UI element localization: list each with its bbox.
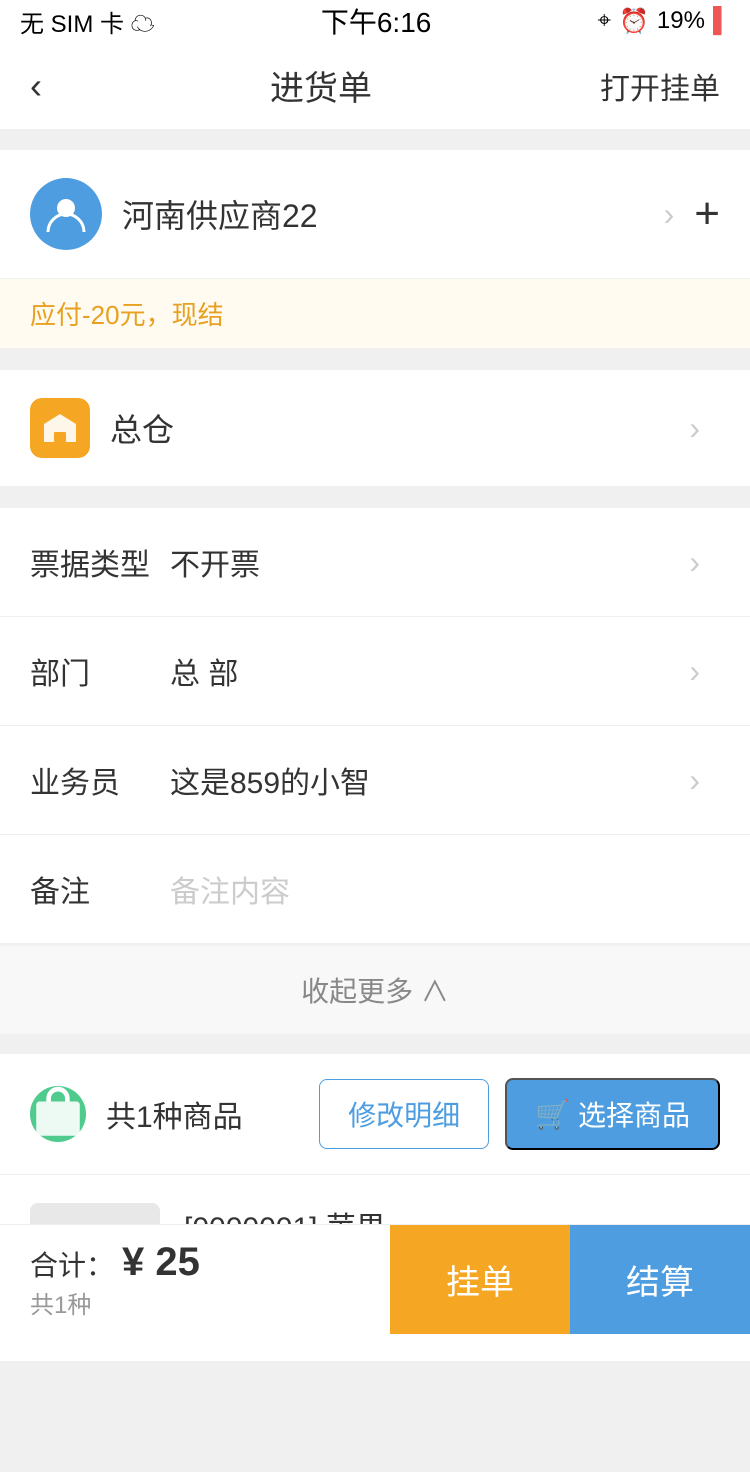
location-icon: ⌖ (598, 7, 612, 35)
products-icon (30, 1086, 86, 1142)
department-value: 总 部 (170, 649, 689, 693)
total-row: 合计： ¥ 25 (30, 1240, 360, 1285)
department-chevron-icon: › (689, 653, 700, 690)
edit-details-button[interactable]: 修改明细 (319, 1079, 489, 1149)
pending-button[interactable]: 挂单 (390, 1225, 570, 1334)
invoice-type-value: 不开票 (170, 540, 689, 584)
form-card: 票据类型 不开票 › 部门 总 部 › 业务员 这是859的小智 › 备注 备注… (0, 508, 750, 944)
top-divider (0, 130, 750, 150)
department-row[interactable]: 部门 总 部 › (0, 617, 750, 726)
alarm-icon: ⏰ (619, 7, 649, 36)
total-amount: ¥ 25 (122, 1240, 200, 1285)
total-label: 合计： (30, 1244, 114, 1284)
supplier-avatar (30, 178, 102, 250)
add-supplier-button[interactable]: + (694, 192, 720, 236)
remark-label: 备注 (30, 867, 170, 911)
status-right: ⌖ ⏰ 19% ▌ (598, 7, 730, 36)
department-label: 部门 (30, 649, 170, 693)
battery-icon: ▌ (713, 7, 730, 35)
back-button[interactable]: ‹ (30, 65, 42, 107)
status-bar: 无 SIM 卡 ☁ 下午6:16 ⌖ ⏰ 19% ▌ (0, 0, 750, 42)
remark-row[interactable]: 备注 备注内容 (0, 835, 750, 944)
supplier-row[interactable]: 河南供应商22 › + (0, 150, 750, 279)
supplier-name: 河南供应商22 (122, 191, 664, 237)
remark-input[interactable]: 备注内容 (170, 867, 720, 911)
salesperson-row[interactable]: 业务员 这是859的小智 › (0, 726, 750, 835)
total-sub: 共1种 (30, 1285, 360, 1320)
supplier-chevron-icon: › (664, 196, 675, 233)
products-header: 共1种商品 修改明细 🛒 选择商品 (0, 1054, 750, 1175)
mid-divider-2 (0, 488, 750, 508)
nav-bar: ‹ 进货单 打开挂单 (0, 42, 750, 130)
salesperson-value: 这是859的小智 (170, 758, 689, 802)
warehouse-icon (30, 398, 90, 458)
warehouse-chevron-icon: › (689, 410, 700, 447)
battery-level: 19% (657, 7, 705, 35)
payment-info-banner: 应付-20元，现结 (0, 279, 750, 348)
mid-divider-1 (0, 350, 750, 370)
warehouse-name: 总仓 (110, 405, 689, 451)
bottom-spacer (0, 1362, 750, 1472)
warehouse-row[interactable]: 总仓 › (0, 370, 750, 486)
salesperson-chevron-icon: › (689, 762, 700, 799)
open-pending-button[interactable]: 打开挂单 (600, 64, 720, 108)
network-status: 无 SIM 卡 ☁ (20, 4, 155, 39)
salesperson-label: 业务员 (30, 758, 170, 802)
page-title: 进货单 (270, 61, 372, 110)
select-products-label: 选择商品 (578, 1094, 690, 1134)
supplier-card: 河南供应商22 › + 应付-20元，现结 (0, 150, 750, 348)
mid-divider-3 (0, 1034, 750, 1054)
bottom-bar: 合计： ¥ 25 共1种 挂单 结算 (0, 1224, 750, 1334)
status-left: 无 SIM 卡 ☁ (20, 4, 155, 39)
cart-icon: 🛒 (535, 1098, 570, 1131)
invoice-type-row[interactable]: 票据类型 不开票 › (0, 508, 750, 617)
products-count: 共1种商品 (106, 1092, 319, 1136)
checkout-button[interactable]: 结算 (570, 1225, 750, 1334)
total-section: 合计： ¥ 25 共1种 (0, 1225, 390, 1334)
status-time: 下午6:16 (321, 1, 432, 41)
invoice-type-label: 票据类型 (30, 540, 170, 584)
warehouse-card: 总仓 › (0, 370, 750, 486)
collapse-row[interactable]: 收起更多 ∧ (0, 946, 750, 1034)
select-products-button[interactable]: 🛒 选择商品 (505, 1078, 720, 1150)
invoice-type-chevron-icon: › (689, 544, 700, 581)
